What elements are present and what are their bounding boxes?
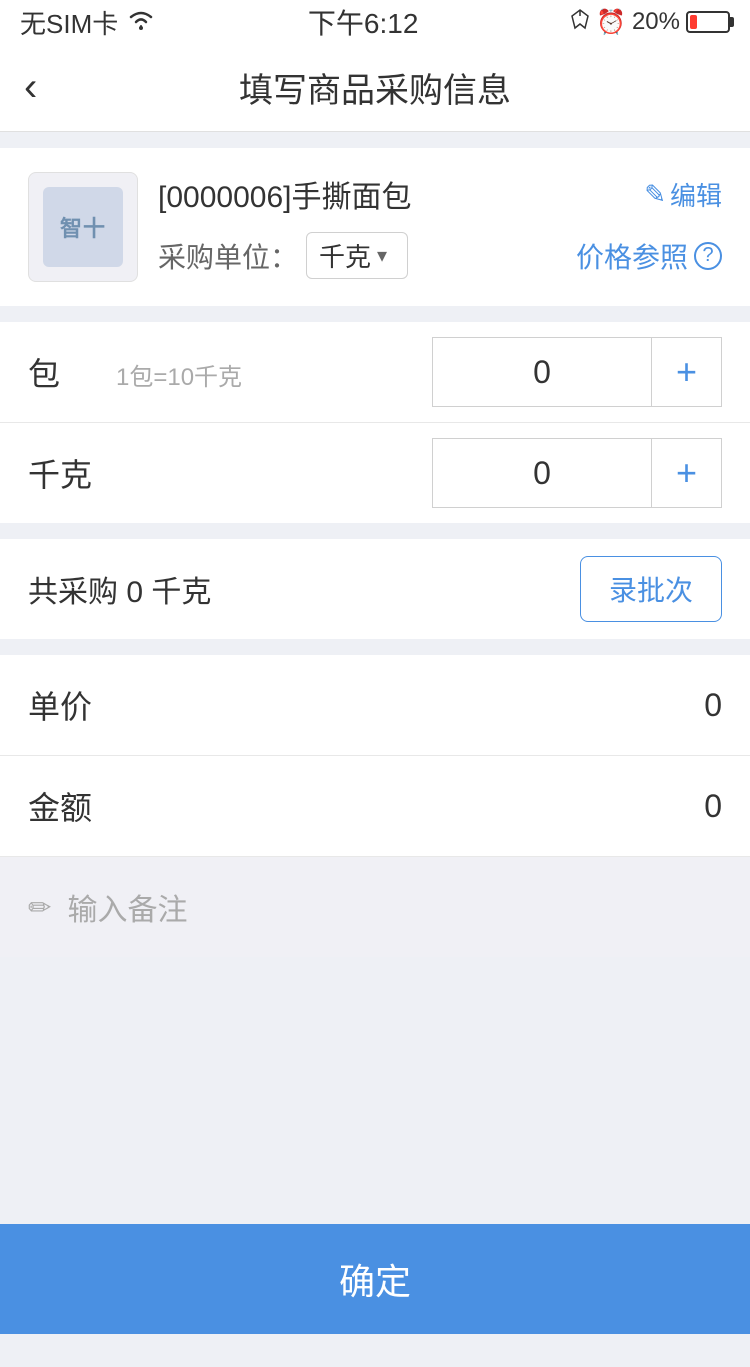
product-unit-row: 采购单位： 千克 ▾ 价格参照 ? (158, 232, 722, 279)
summary-divider (0, 639, 750, 655)
input-divider (0, 523, 750, 539)
card-divider (0, 306, 750, 322)
remark-section[interactable]: ✏ 输入备注 (0, 857, 750, 957)
product-card: 智十 [0000006]手撕面包 ✎ 编辑 采购单位： 千克 ▾ (0, 148, 750, 306)
amount-value: 0 (704, 788, 722, 825)
product-image-text: 智十 (43, 187, 123, 267)
edit-icon: ✎ (644, 179, 666, 210)
kg-label: 千克 (28, 450, 108, 496)
unit-price-row: 单价 0 (0, 655, 750, 755)
product-info: [0000006]手撕面包 ✎ 编辑 采购单位： 千克 ▾ (158, 172, 722, 279)
bag-input-section: 包 1包=10千克 0 + (0, 322, 750, 423)
kg-input-row: 千克 0 + (0, 423, 750, 523)
confirm-button[interactable]: 确定 (0, 1224, 750, 1334)
status-time: 下午6:12 (308, 2, 419, 42)
status-bar: 无SIM卡 下午6:12 ⏰ 20% (0, 0, 750, 44)
edit-button[interactable]: ✎ 编辑 (644, 176, 722, 213)
pencil-icon: ✏ (28, 891, 51, 924)
back-button[interactable]: ‹ (24, 65, 37, 110)
bag-plus-button[interactable]: + (652, 337, 722, 407)
amount-label: 金额 (28, 783, 92, 829)
summary-row: 共采购 0 千克 录批次 (0, 539, 750, 639)
unit-value: 千克 (319, 237, 371, 274)
bag-number-input[interactable]: 0 (432, 337, 652, 407)
page-title: 填写商品采购信息 (239, 63, 511, 112)
unit-dropdown-arrow: ▾ (377, 243, 387, 268)
kg-input-right: 0 + (432, 438, 722, 508)
product-name: [0000006]手撕面包 (158, 172, 411, 216)
unit-price-label: 单价 (28, 682, 92, 728)
batch-button[interactable]: 录批次 (580, 556, 722, 622)
bag-input-right: 0 + (432, 337, 722, 407)
carrier-text: 无SIM卡 (20, 4, 118, 41)
alarm-icon: ⏰ (596, 8, 626, 37)
price-ref-label: 价格参照 (576, 236, 688, 276)
bag-label: 包 (28, 349, 108, 395)
wifi-icon (126, 7, 156, 38)
location-icon (570, 8, 590, 37)
battery-percent: 20% (632, 8, 680, 36)
amount-row: 金额 0 (0, 756, 750, 856)
battery-icon (686, 11, 730, 33)
kg-number-input[interactable]: 0 (432, 438, 652, 508)
price-ref-icon: ? (694, 242, 722, 270)
kg-plus-button[interactable]: + (652, 438, 722, 508)
kg-input-section: 千克 0 + (0, 423, 750, 523)
top-divider (0, 132, 750, 148)
bag-sublabel: 1包=10千克 (116, 357, 242, 392)
unit-select[interactable]: 千克 ▾ (306, 232, 408, 279)
product-header: [0000006]手撕面包 ✎ 编辑 (158, 172, 722, 216)
unit-price-value: 0 (704, 687, 722, 724)
bag-input-row: 包 1包=10千克 0 + (0, 322, 750, 422)
unit-label: 采购单位： (158, 236, 298, 276)
empty-space (0, 957, 750, 1257)
remark-placeholder: 输入备注 (67, 885, 187, 929)
summary-text: 共采购 0 千克 (28, 567, 211, 611)
price-info-section: 单价 0 金额 0 (0, 655, 750, 856)
product-image: 智十 (28, 172, 138, 282)
price-ref-button[interactable]: 价格参照 ? (576, 236, 722, 276)
status-left: 无SIM卡 (20, 4, 156, 41)
status-right: ⏰ 20% (570, 8, 730, 37)
edit-label: 编辑 (670, 176, 722, 213)
nav-bar: ‹ 填写商品采购信息 (0, 44, 750, 132)
